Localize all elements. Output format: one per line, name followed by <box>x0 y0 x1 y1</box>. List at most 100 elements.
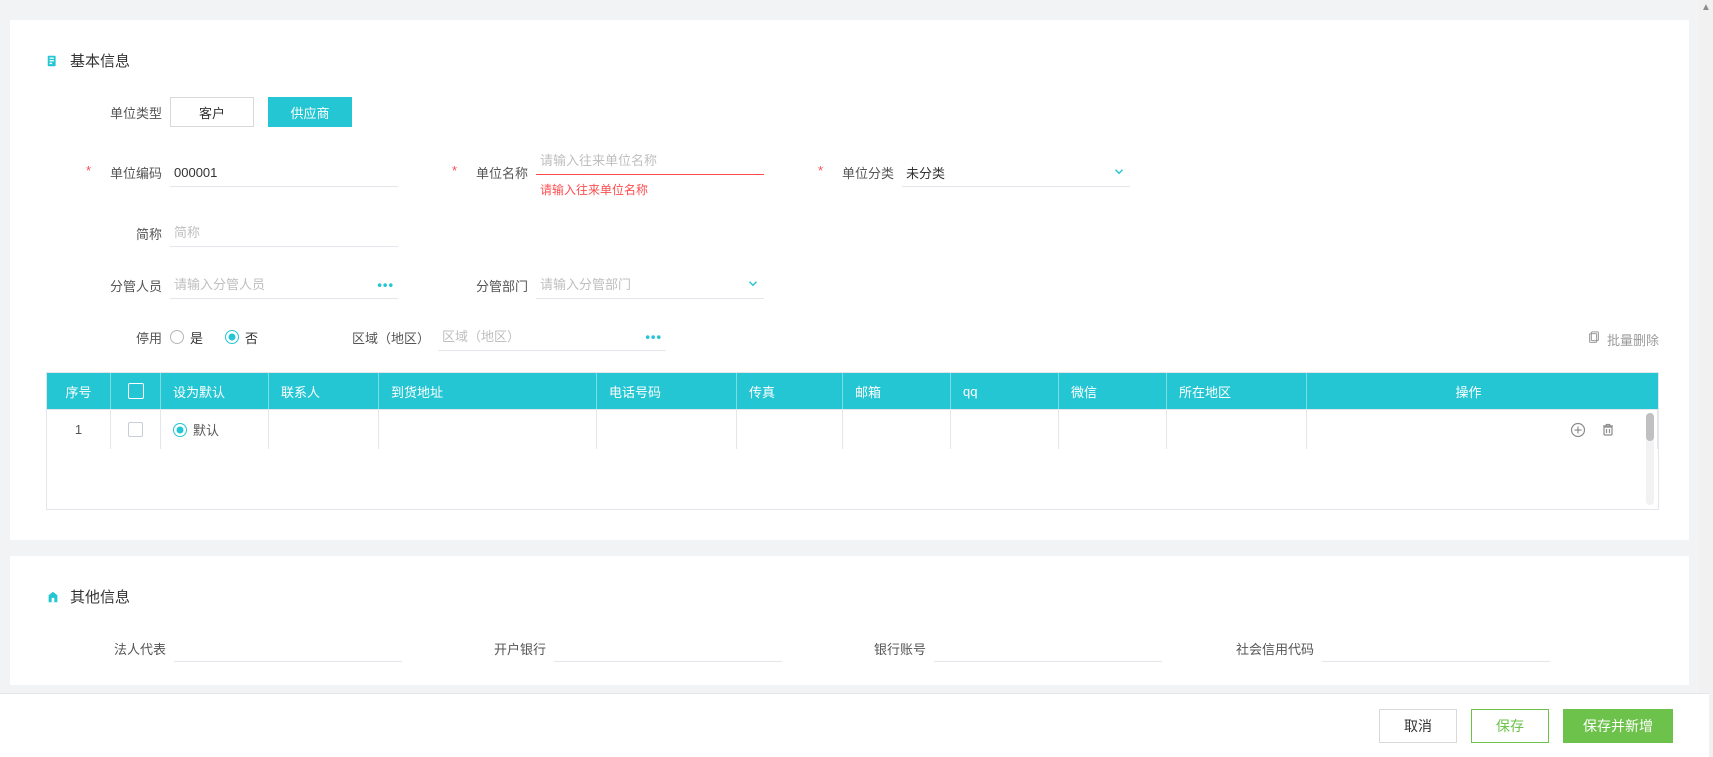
short-name-label: 简称 <box>82 224 170 243</box>
th-checkbox[interactable] <box>111 373 161 409</box>
disabled-label: 停用 <box>82 328 170 347</box>
page-content: 基本信息 单位类型 客户 供应商 单位编码 单位名称 请输入往来 <box>10 0 1689 685</box>
table-body: 1 默认 <box>47 409 1658 449</box>
section-title-text: 其他信息 <box>70 586 130 607</box>
th-operation: 操作 <box>1307 373 1658 409</box>
unit-category-field: 单位分类 <box>814 147 1130 198</box>
unit-type-customer-button[interactable]: 客户 <box>170 97 254 127</box>
copy-delete-icon <box>1587 331 1601 348</box>
basic-info-panel: 基本信息 单位类型 客户 供应商 单位编码 单位名称 请输入往来 <box>10 20 1689 540</box>
cell-operation <box>1307 410 1658 449</box>
bank-field: 开户银行 <box>462 631 782 665</box>
basic-info-title: 基本信息 <box>46 50 1659 71</box>
short-name-field: 简称 <box>82 216 398 250</box>
disabled-no-label: 否 <box>245 328 258 347</box>
form-icon <box>46 54 60 68</box>
account-field: 银行账号 <box>842 631 1162 665</box>
legal-rep-label: 法人代表 <box>82 639 174 658</box>
footer-toolbar: 取消 保存 保存并新增 <box>0 693 1709 757</box>
account-input[interactable] <box>934 634 1162 662</box>
cell-location[interactable] <box>1167 410 1307 449</box>
page-scrollbar[interactable]: ▲ <box>1699 0 1713 757</box>
credit-code-input[interactable] <box>1322 634 1550 662</box>
cell-qq[interactable] <box>951 410 1059 449</box>
save-and-new-button[interactable]: 保存并新增 <box>1563 709 1673 743</box>
cell-address[interactable] <box>379 410 597 449</box>
contact-table: 序号 设为默认 联系人 到货地址 电话号码 传真 邮箱 qq 微信 所在地区 操… <box>46 372 1659 510</box>
save-button[interactable]: 保存 <box>1471 709 1549 743</box>
short-name-input[interactable] <box>170 219 398 247</box>
th-qq: qq <box>951 373 1059 409</box>
section-title-text: 基本信息 <box>70 50 130 71</box>
region-input[interactable] <box>438 323 666 351</box>
credit-code-field: 社会信用代码 <box>1222 631 1550 665</box>
cell-mail[interactable] <box>843 410 951 449</box>
account-label: 银行账号 <box>842 639 934 658</box>
credit-code-label: 社会信用代码 <box>1222 639 1322 658</box>
batch-delete-button[interactable]: 批量删除 <box>1587 330 1659 349</box>
cancel-button[interactable]: 取消 <box>1379 709 1457 743</box>
unit-code-input[interactable] <box>170 159 398 187</box>
legal-rep-field: 法人代表 <box>82 631 402 665</box>
dept-field: 分管部门 <box>448 268 764 302</box>
unit-name-input[interactable] <box>536 147 764 175</box>
dept-label: 分管部门 <box>448 276 536 295</box>
unit-name-error: 请输入往来单位名称 <box>540 181 764 198</box>
dept-select[interactable] <box>536 271 764 299</box>
region-field: 区域（地区） ••• <box>340 320 666 354</box>
other-info-panel: 其他信息 法人代表 开户银行 银行账号 社会信用代码 <box>10 556 1689 685</box>
unit-name-field: 单位名称 请输入往来单位名称 <box>448 147 764 198</box>
unit-category-label: 单位分类 <box>814 163 902 182</box>
table-scrollbar[interactable] <box>1646 413 1654 505</box>
other-info-title: 其他信息 <box>46 586 1659 607</box>
th-address: 到货地址 <box>379 373 597 409</box>
cell-fax[interactable] <box>737 410 843 449</box>
manager-select[interactable]: ••• <box>170 271 398 299</box>
ellipsis-icon[interactable]: ••• <box>645 330 662 345</box>
select-all-checkbox[interactable] <box>128 383 144 399</box>
bank-input[interactable] <box>554 634 782 662</box>
th-wechat: 微信 <box>1059 373 1167 409</box>
scroll-up-icon[interactable]: ▲ <box>1699 0 1713 14</box>
cell-phone[interactable] <box>597 410 737 449</box>
delete-row-button[interactable] <box>1599 421 1617 439</box>
unit-category-value[interactable] <box>902 159 1130 187</box>
cell-index: 1 <box>47 410 111 449</box>
cell-contact[interactable] <box>269 410 379 449</box>
disabled-field: 停用 是 否 <box>82 320 258 354</box>
cell-default[interactable]: 默认 <box>161 410 269 449</box>
default-radio[interactable]: 默认 <box>173 420 219 439</box>
cell-checkbox[interactable] <box>111 410 161 449</box>
batch-delete-label: 批量删除 <box>1607 330 1659 349</box>
dept-input[interactable] <box>536 271 764 299</box>
disabled-yes-label: 是 <box>190 328 203 347</box>
th-phone: 电话号码 <box>597 373 737 409</box>
region-select[interactable]: ••• <box>438 323 666 351</box>
building-icon <box>46 590 60 604</box>
unit-type-label: 单位类型 <box>82 103 170 122</box>
th-location: 所在地区 <box>1167 373 1307 409</box>
disabled-yes-radio[interactable]: 是 <box>170 328 203 347</box>
th-default: 设为默认 <box>161 373 269 409</box>
ellipsis-icon[interactable]: ••• <box>377 278 394 293</box>
unit-category-select[interactable] <box>902 159 1130 187</box>
unit-name-label: 单位名称 <box>448 163 536 182</box>
th-index: 序号 <box>47 373 111 409</box>
table-header: 序号 设为默认 联系人 到货地址 电话号码 传真 邮箱 qq 微信 所在地区 操… <box>47 373 1658 409</box>
th-contact: 联系人 <box>269 373 379 409</box>
manager-input[interactable] <box>170 271 398 299</box>
add-row-button[interactable] <box>1569 421 1587 439</box>
legal-rep-input[interactable] <box>174 634 402 662</box>
unit-code-field: 单位编码 <box>82 147 398 198</box>
unit-type-field: 单位类型 客户 供应商 <box>82 95 352 129</box>
th-mail: 邮箱 <box>843 373 951 409</box>
default-radio-label: 默认 <box>193 420 219 439</box>
disabled-no-radio[interactable]: 否 <box>225 328 258 347</box>
unit-type-supplier-button[interactable]: 供应商 <box>268 97 352 127</box>
table-scrollbar-thumb[interactable] <box>1646 413 1654 441</box>
manager-field: 分管人员 ••• <box>82 268 398 302</box>
region-label: 区域（地区） <box>340 328 438 347</box>
cell-wechat[interactable] <box>1059 410 1167 449</box>
row-checkbox[interactable] <box>128 422 143 437</box>
manager-label: 分管人员 <box>82 276 170 295</box>
